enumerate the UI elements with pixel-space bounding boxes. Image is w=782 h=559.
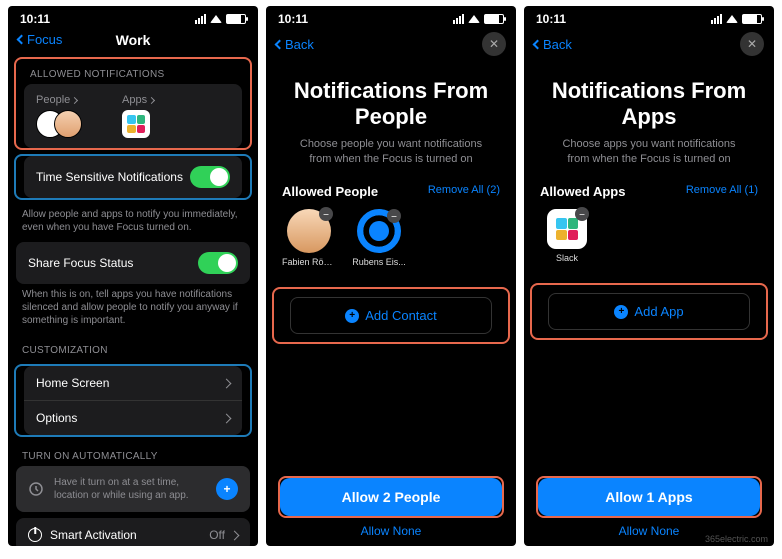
- share-focus-desc: When this is on, tell apps you have noti…: [8, 284, 258, 335]
- focus-work-screen: 10:11 Focus Work ALLOWED NOTIFICATIONS P…: [8, 6, 258, 546]
- share-focus-row[interactable]: Share Focus Status: [16, 242, 250, 284]
- remove-all-button[interactable]: Remove All (1): [686, 184, 758, 199]
- section-header: TURN ON AUTOMATICALLY: [8, 441, 258, 466]
- chevron-right-icon: [148, 96, 155, 103]
- signal-icon: [195, 14, 206, 24]
- page-title: Notifications From Apps: [524, 64, 774, 137]
- allow-button-highlight: Allow 2 People: [278, 476, 504, 518]
- customization-highlight: Home Screen Options: [14, 364, 252, 437]
- close-button[interactable]: ✕: [740, 32, 764, 56]
- status-bar: 10:11: [8, 6, 258, 28]
- chevron-right-icon: [71, 96, 78, 103]
- time-sensitive-row[interactable]: Time Sensitive Notifications: [24, 156, 242, 198]
- toggle[interactable]: [198, 252, 238, 274]
- nav-bar: Focus Work: [8, 28, 258, 55]
- page-desc: Choose apps you want notifications from …: [524, 137, 774, 177]
- add-contact-highlight: + Add Contact: [272, 287, 510, 344]
- plus-icon: +: [345, 309, 359, 323]
- watermark: 365electric.com: [705, 534, 768, 544]
- allowed-notifications-highlight: ALLOWED NOTIFICATIONS People Apps: [14, 57, 252, 150]
- chevron-right-icon: [222, 413, 232, 423]
- home-screen-row[interactable]: Home Screen: [24, 366, 242, 400]
- allow-none-button[interactable]: Allow None: [278, 518, 504, 538]
- section-header: CUSTOMIZATION: [8, 335, 258, 360]
- chevron-left-icon: [533, 39, 543, 49]
- allowed-people-list: – Fabien Röhl... – Rubens Eis...: [266, 205, 516, 277]
- status-bar: 10:11: [266, 6, 516, 28]
- battery-icon: [226, 14, 246, 24]
- automation-add-row[interactable]: Have it turn on at a set time, location …: [16, 466, 250, 512]
- notifications-apps-screen: 10:11 Back ✕ Notifications From Apps Cho…: [524, 6, 774, 546]
- clock-icon: [28, 481, 44, 497]
- close-button[interactable]: ✕: [482, 32, 506, 56]
- time-sensitive-desc: Allow people and apps to notify you imme…: [8, 204, 258, 242]
- add-app-highlight: + Add App: [530, 283, 768, 340]
- avatar: [54, 110, 82, 138]
- status-time: 10:11: [278, 12, 308, 26]
- remove-icon[interactable]: –: [319, 207, 333, 221]
- allowed-label: Allowed People: [282, 184, 378, 199]
- battery-icon: [484, 14, 504, 24]
- apps-row[interactable]: Apps: [122, 94, 154, 138]
- plus-icon[interactable]: +: [216, 478, 238, 500]
- add-app-button[interactable]: + Add App: [548, 293, 750, 330]
- page-title: Notifications From People: [266, 64, 516, 137]
- signal-icon: [711, 14, 722, 24]
- smart-activation-row[interactable]: Smart Activation Off: [16, 518, 250, 546]
- slack-icon: –: [547, 209, 587, 249]
- allowed-label: Allowed Apps: [540, 184, 625, 199]
- chevron-left-icon: [275, 39, 285, 49]
- status-bar: 10:11: [524, 6, 774, 28]
- options-row[interactable]: Options: [24, 400, 242, 435]
- person-item[interactable]: – Rubens Eis...: [352, 209, 406, 267]
- app-item[interactable]: – Slack: [540, 209, 594, 263]
- remove-icon[interactable]: –: [387, 209, 401, 223]
- people-row[interactable]: People: [36, 94, 82, 138]
- allowed-apps-list: – Slack: [524, 205, 774, 273]
- wifi-icon: [726, 15, 738, 23]
- wifi-icon: [210, 15, 222, 23]
- power-icon: [28, 528, 42, 542]
- slack-icon: [122, 110, 150, 138]
- battery-icon: [742, 14, 762, 24]
- back-button[interactable]: Focus: [18, 32, 62, 47]
- back-button[interactable]: Back: [534, 37, 572, 52]
- remove-icon[interactable]: –: [575, 207, 589, 221]
- time-sensitive-highlight: Time Sensitive Notifications: [14, 154, 252, 200]
- back-button[interactable]: Back: [276, 37, 314, 52]
- toggle[interactable]: [190, 166, 230, 188]
- allow-people-button[interactable]: Allow 2 People: [280, 478, 502, 516]
- signal-icon: [453, 14, 464, 24]
- section-header: ALLOWED NOTIFICATIONS: [16, 59, 250, 84]
- add-contact-button[interactable]: + Add Contact: [290, 297, 492, 334]
- status-time: 10:11: [536, 12, 566, 26]
- avatar: –: [357, 209, 401, 253]
- chevron-left-icon: [17, 35, 27, 45]
- allow-button-highlight: Allow 1 Apps: [536, 476, 762, 518]
- plus-icon: +: [614, 305, 628, 319]
- notifications-people-screen: 10:11 Back ✕ Notifications From People C…: [266, 6, 516, 546]
- person-item[interactable]: – Fabien Röhl...: [282, 209, 336, 267]
- avatar: –: [287, 209, 331, 253]
- status-icons: [195, 14, 246, 24]
- remove-all-button[interactable]: Remove All (2): [428, 184, 500, 199]
- allowed-notifications-card: People Apps: [24, 84, 242, 148]
- chevron-right-icon: [222, 378, 232, 388]
- chevron-right-icon: [230, 530, 240, 540]
- wifi-icon: [468, 15, 480, 23]
- status-time: 10:11: [20, 12, 50, 26]
- page-desc: Choose people you want notifications fro…: [266, 137, 516, 177]
- allow-apps-button[interactable]: Allow 1 Apps: [538, 478, 760, 516]
